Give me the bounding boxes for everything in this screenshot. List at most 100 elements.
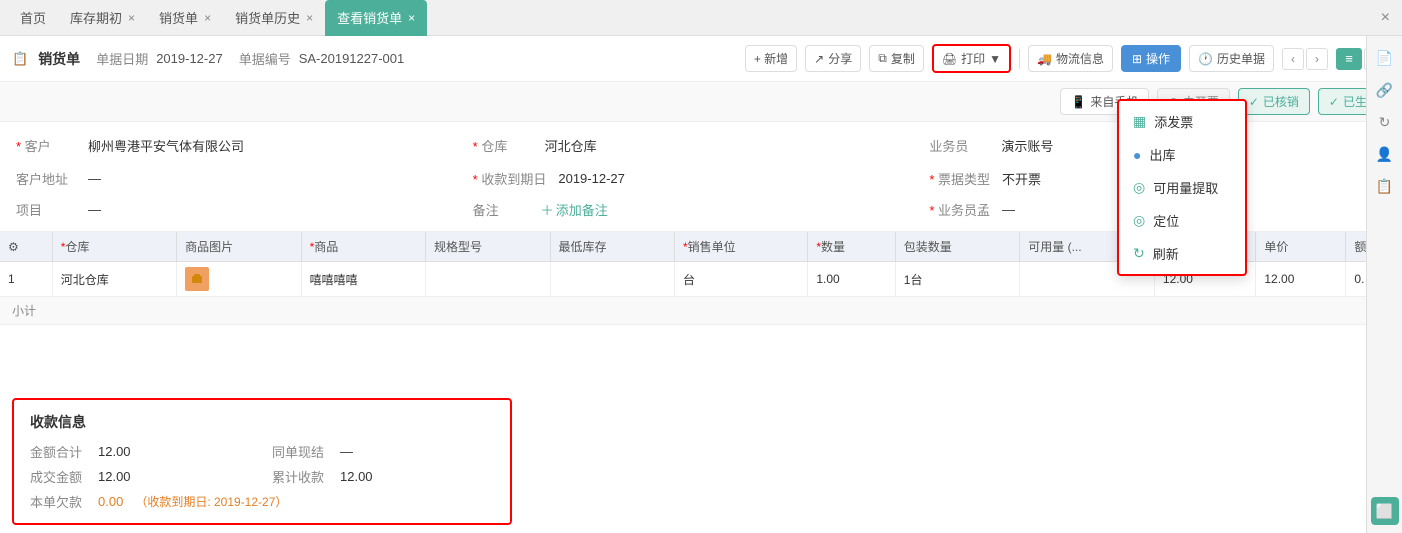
prev-arrow[interactable]: ‹ <box>1282 48 1304 70</box>
payment-grid: 金额合计 12.00 同单现结 — 成交金额 12.00 累计收款 12.00 … <box>30 442 494 511</box>
logistics-icon: 🚚 <box>1037 52 1052 66</box>
operations-dropdown: ▦ 添发票 ● 出库 ◎ 可用量提取 ◎ 定位 ↻ 刷新 <box>1117 99 1247 276</box>
copy-button[interactable]: ⧉ 复制 <box>869 45 924 72</box>
staff-value: 演示账号 <box>997 134 1057 157</box>
col-warehouse: *仓库 <box>52 232 176 262</box>
col-product: *商品 <box>301 232 425 262</box>
sidebar-link-icon[interactable]: 🔗 <box>1371 76 1399 104</box>
balance-value: 0.00 <box>98 494 123 509</box>
print-button[interactable]: 🖨 打印 ▼ <box>932 44 1011 73</box>
tab-close-inventory[interactable]: × <box>128 11 135 25</box>
doc-meta: 单据日期 2019-12-27 单据编号 SA-20191227-001 <box>96 49 404 68</box>
window-close-icon[interactable]: × <box>1381 9 1390 27</box>
project-value: — <box>84 200 105 219</box>
number-value: SA-20191227-001 <box>299 51 405 66</box>
doc-header: 📋 销货单 单据日期 2019-12-27 单据编号 SA-20191227-0… <box>0 36 1402 82</box>
col-settings[interactable]: ⚙ <box>0 232 52 262</box>
logistics-button[interactable]: 🚚 物流信息 <box>1028 45 1113 72</box>
same-order-item: 同单现结 — <box>272 442 494 461</box>
right-sidebar: 📄 🔗 ↻ 👤 📋 ⬜ <box>1366 36 1402 533</box>
cell-spec <box>426 262 550 297</box>
tab-close-sales[interactable]: × <box>204 11 211 25</box>
tab-sales-history[interactable]: 销货单历史 × <box>223 0 325 36</box>
sidebar-clip-icon[interactable]: 📋 <box>1371 172 1399 200</box>
tab-close-history[interactable]: × <box>306 11 313 25</box>
history-button[interactable]: 🕐 历史单据 <box>1189 45 1274 72</box>
phone-icon: 📱 <box>1071 95 1086 109</box>
payment-info-box: 收款信息 金额合计 12.00 同单现结 — 成交金额 12.00 累计收款 1… <box>12 398 512 525</box>
project-label: 项目 <box>16 200 76 219</box>
balance-label: 本单欠款 <box>30 492 90 511</box>
payment-date-field: 收款到期日 2019-12-27 <box>473 169 930 188</box>
address-label: 客户地址 <box>16 169 76 188</box>
available-qty-icon: ◎ <box>1133 179 1145 196</box>
tab-bar: 首页 库存期初 × 销货单 × 销货单历史 × 查看销货单 × × <box>0 0 1402 36</box>
history-icon: 🕐 <box>1198 52 1213 66</box>
plus-icon: ＋ <box>541 200 554 219</box>
salesperson-value: — <box>998 200 1019 219</box>
cell-seq: 1 <box>0 262 52 297</box>
balance-item: 本单欠款 0.00 （收款到期日: 2019-12-27） <box>30 492 494 511</box>
tab-inventory-init[interactable]: 库存期初 × <box>58 0 147 36</box>
operations-button[interactable]: ⊞ 操作 <box>1121 45 1181 72</box>
outbound-icon: ● <box>1133 147 1141 163</box>
tab-close-view-sales[interactable]: × <box>408 11 415 25</box>
new-button[interactable]: + 新增 <box>745 45 797 72</box>
address-value: — <box>84 169 105 188</box>
add-note-button[interactable]: ＋ 添加备注 <box>541 200 608 219</box>
doc-header-left: 📋 销货单 单据日期 2019-12-27 单据编号 SA-20191227-0… <box>12 49 404 69</box>
transaction-amount-label: 成交金额 <box>30 467 90 486</box>
invoice-icon: ▦ <box>1133 113 1146 130</box>
check-icon: ✓ <box>1249 95 1259 109</box>
refresh-item[interactable]: ↻ 刷新 <box>1119 237 1245 270</box>
salesperson-label: 业务员孟 <box>929 200 990 219</box>
add-invoice-item[interactable]: ▦ 添发票 <box>1119 105 1245 138</box>
payment-title: 收款信息 <box>30 412 494 432</box>
list-view-btn[interactable]: ≡ <box>1336 48 1362 70</box>
transaction-amount-item: 成交金额 12.00 <box>30 467 252 486</box>
next-arrow[interactable]: › <box>1306 48 1328 70</box>
nav-arrows: ‹ › <box>1282 48 1328 70</box>
date-value: 2019-12-27 <box>156 51 223 66</box>
cell-min-stock <box>550 262 674 297</box>
locate-icon: ◎ <box>1133 212 1145 229</box>
customer-value: 柳州粤港平安气体有限公司 <box>84 134 248 157</box>
balance-hint: （收款到期日: 2019-12-27） <box>135 493 287 510</box>
available-qty-item[interactable]: ◎ 可用量提取 <box>1119 171 1245 204</box>
warehouse-value: 河北仓库 <box>541 134 601 157</box>
doc-header-right: + 新增 ↗ 分享 ⧉ 复制 🖨 打印 ▼ 🚚 物流信息 ⊞ 操作 <box>745 44 1390 73</box>
grid-icon: ⊞ <box>1132 52 1142 66</box>
cell-warehouse: 河北仓库 <box>52 262 176 297</box>
warehouse-field: 仓库 河北仓库 <box>473 134 930 157</box>
tab-sales-order[interactable]: 销货单 × <box>147 0 223 36</box>
ticket-label: 票据类型 <box>929 169 990 188</box>
col-qty: *数量 <box>808 232 895 262</box>
cumulative-item: 累计收款 12.00 <box>272 467 494 486</box>
settings-icon: ⚙ <box>8 240 19 254</box>
print-dropdown-arrow: ▼ <box>989 52 1001 66</box>
cell-pack-qty: 1台 <box>895 262 1019 297</box>
ticket-value: 不开票 <box>998 167 1045 190</box>
confirmed-badge[interactable]: ✓ 已核销 <box>1238 88 1310 115</box>
sidebar-expand-icon[interactable]: ⬜ <box>1371 497 1399 525</box>
effective-icon: ✓ <box>1329 95 1339 109</box>
doc-title: 销货单 <box>38 49 80 69</box>
locate-item[interactable]: ◎ 定位 <box>1119 204 1245 237</box>
cumulative-label: 累计收款 <box>272 467 332 486</box>
share-button[interactable]: ↗ 分享 <box>805 45 861 72</box>
notes-field: 备注 ＋ 添加备注 <box>473 200 930 219</box>
notes-label: 备注 <box>473 200 533 219</box>
tab-view-sales[interactable]: 查看销货单 × <box>325 0 427 36</box>
sidebar-doc-icon[interactable]: 📄 <box>1371 44 1399 72</box>
cell-unit-price: 12.00 <box>1256 262 1346 297</box>
outbound-item[interactable]: ● 出库 <box>1119 138 1245 171</box>
same-order-label: 同单现结 <box>272 442 332 461</box>
tab-home[interactable]: 首页 <box>8 0 58 36</box>
transaction-amount-value: 12.00 <box>98 469 131 484</box>
sidebar-user-icon[interactable]: 👤 <box>1371 140 1399 168</box>
date-label: 单据日期 <box>96 49 148 68</box>
warehouse-label: 仓库 <box>473 136 533 155</box>
copy-icon: ⧉ <box>878 51 887 66</box>
sidebar-refresh-icon[interactable]: ↻ <box>1371 108 1399 136</box>
col-min-stock: 最低库存 <box>550 232 674 262</box>
